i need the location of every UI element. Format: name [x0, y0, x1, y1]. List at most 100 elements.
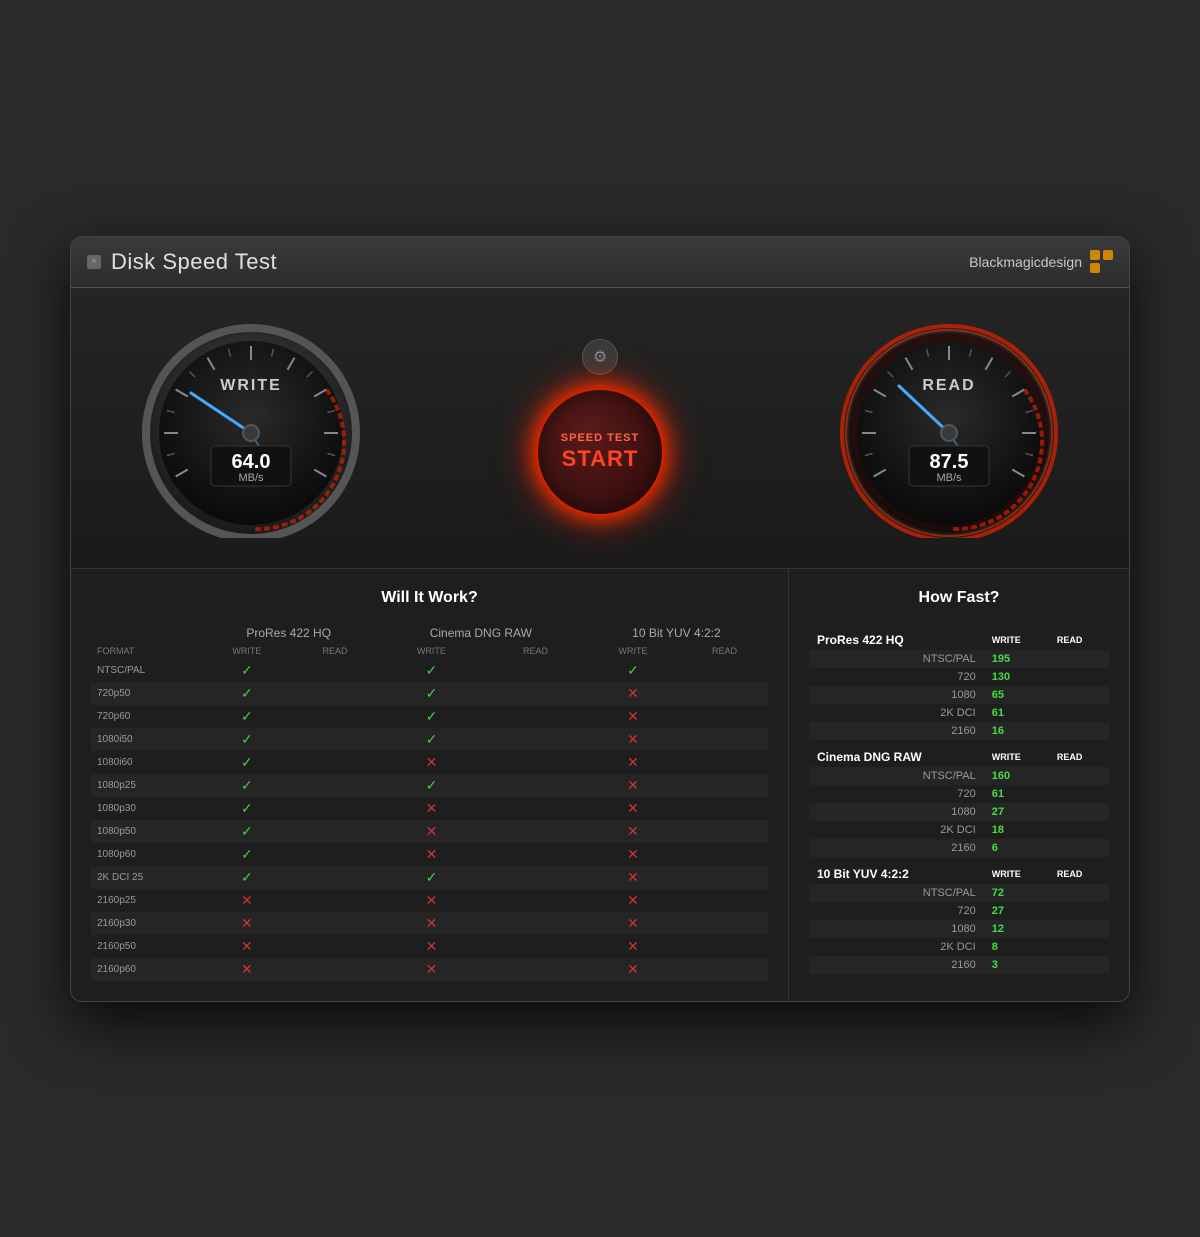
check-cell: ✓	[201, 797, 294, 820]
check-icon: ✓	[627, 662, 639, 678]
cross-icon: ✕	[627, 777, 639, 793]
read-check-cell	[293, 820, 377, 843]
cross-icon: ✕	[627, 731, 639, 747]
check-cell: ✕	[377, 820, 486, 843]
yuv-write-sub: WRITE	[585, 643, 681, 659]
check-cell: ✓	[201, 705, 294, 728]
check-cell: ✓	[201, 866, 294, 889]
write-col-header: WRITE	[984, 857, 1049, 884]
check-cell: ✕	[585, 797, 681, 820]
check-cell: ✓	[377, 728, 486, 751]
read-check-cell	[681, 774, 768, 797]
cross-icon: ✕	[627, 869, 639, 885]
write-value: 16	[984, 722, 1049, 740]
will-it-work-panel: Will It Work? ProRes 422 HQ Cinema DNG R…	[71, 569, 789, 1001]
check-cell: ✕	[585, 958, 681, 981]
format-cell: 1080p30	[91, 797, 201, 820]
svg-text:64.0: 64.0	[232, 451, 271, 473]
check-cell: ✕	[201, 912, 294, 935]
table-row: 720p60✓✓✕	[91, 705, 768, 728]
group-name: ProRes 422 HQ	[809, 623, 984, 650]
write-value: 18	[984, 821, 1049, 839]
format-cell: 2160p25	[91, 889, 201, 912]
check-cell: ✕	[585, 774, 681, 797]
title-bar-left: × Disk Speed Test	[87, 249, 277, 275]
check-cell: ✕	[377, 912, 486, 935]
format-label: 2160	[809, 839, 984, 857]
read-value	[1049, 902, 1109, 920]
group-header-row: 10 Bit YUV 4:2:2WRITEREAD	[809, 857, 1109, 884]
format-cell: 1080i60	[91, 751, 201, 774]
check-icon: ✓	[241, 777, 253, 793]
table-row: 1080p60✓✕✕	[91, 843, 768, 866]
read-value	[1049, 821, 1109, 839]
table-row: 720p50✓✓✕	[91, 682, 768, 705]
check-cell: ✓	[201, 728, 294, 751]
cross-icon: ✕	[426, 892, 438, 908]
group-header-row: Cinema DNG RAWWRITEREAD	[809, 740, 1109, 767]
svg-text:MB/s: MB/s	[238, 472, 264, 484]
read-check-cell	[486, 728, 585, 751]
cross-icon: ✕	[426, 915, 438, 931]
list-item: 2160 3	[809, 956, 1109, 974]
svg-text:READ: READ	[922, 377, 975, 394]
check-icon: ✓	[241, 662, 253, 678]
write-value: 61	[984, 704, 1049, 722]
check-cell: ✕	[585, 820, 681, 843]
cross-icon: ✕	[627, 846, 639, 862]
table-row: 2160p30✕✕✕	[91, 912, 768, 935]
pres-write-sub: WRITE	[201, 643, 294, 659]
list-item: 1080 12	[809, 920, 1109, 938]
app-window: × Disk Speed Test Blackmagicdesign	[70, 236, 1130, 1002]
brand-logo: Blackmagicdesign	[969, 250, 1113, 273]
cross-icon: ✕	[241, 938, 253, 954]
write-col-header: WRITE	[984, 740, 1049, 767]
data-section: Will It Work? ProRes 422 HQ Cinema DNG R…	[71, 569, 1129, 1001]
check-icon: ✓	[241, 754, 253, 770]
cross-icon: ✕	[627, 685, 639, 701]
read-check-cell	[293, 889, 377, 912]
brand-dot-3	[1090, 263, 1100, 273]
read-gauge: READ 87.5 MB/s	[809, 318, 1089, 538]
start-button[interactable]: SPEED TEST START	[535, 387, 665, 517]
brand-name: Blackmagicdesign	[969, 254, 1082, 270]
read-check-cell	[681, 935, 768, 958]
list-item: 2K DCI 61	[809, 704, 1109, 722]
cross-icon: ✕	[627, 800, 639, 816]
gear-button[interactable]: ⚙	[582, 339, 618, 375]
format-cell: 720p60	[91, 705, 201, 728]
format-label: NTSC/PAL	[809, 767, 984, 785]
cross-icon: ✕	[426, 754, 438, 770]
list-item: 720 130	[809, 668, 1109, 686]
check-cell: ✓	[585, 659, 681, 682]
read-col-header: READ	[1049, 623, 1109, 650]
read-check-cell	[293, 705, 377, 728]
read-check-cell	[681, 659, 768, 682]
cross-icon: ✕	[627, 915, 639, 931]
check-cell: ✕	[585, 751, 681, 774]
read-gauge-svg: READ 87.5 MB/s	[809, 318, 1089, 538]
read-check-cell	[293, 935, 377, 958]
list-item: 720 27	[809, 902, 1109, 920]
pres-header: ProRes 422 HQ	[201, 623, 377, 643]
list-item: 2K DCI 8	[809, 938, 1109, 956]
brand-dot-1	[1090, 250, 1100, 260]
check-icon: ✓	[241, 731, 253, 747]
read-check-cell	[681, 912, 768, 935]
table-row: 1080p30✓✕✕	[91, 797, 768, 820]
format-cell: 1080p60	[91, 843, 201, 866]
write-gauge: WRITE 64.0 MB/s	[111, 318, 391, 538]
list-item: 2160 16	[809, 722, 1109, 740]
read-check-cell	[293, 912, 377, 935]
check-icon: ✓	[241, 685, 253, 701]
yuv-header: 10 Bit YUV 4:2:2	[585, 623, 768, 643]
format-cell: 1080p50	[91, 820, 201, 843]
check-cell: ✕	[585, 935, 681, 958]
table-row: 2160p50✕✕✕	[91, 935, 768, 958]
read-check-cell	[293, 958, 377, 981]
table-row: 1080p50✓✕✕	[91, 820, 768, 843]
close-button[interactable]: ×	[87, 255, 101, 269]
group-header-row: ProRes 422 HQWRITEREAD	[809, 623, 1109, 650]
list-item: NTSC/PAL 195	[809, 650, 1109, 668]
read-check-cell	[681, 866, 768, 889]
